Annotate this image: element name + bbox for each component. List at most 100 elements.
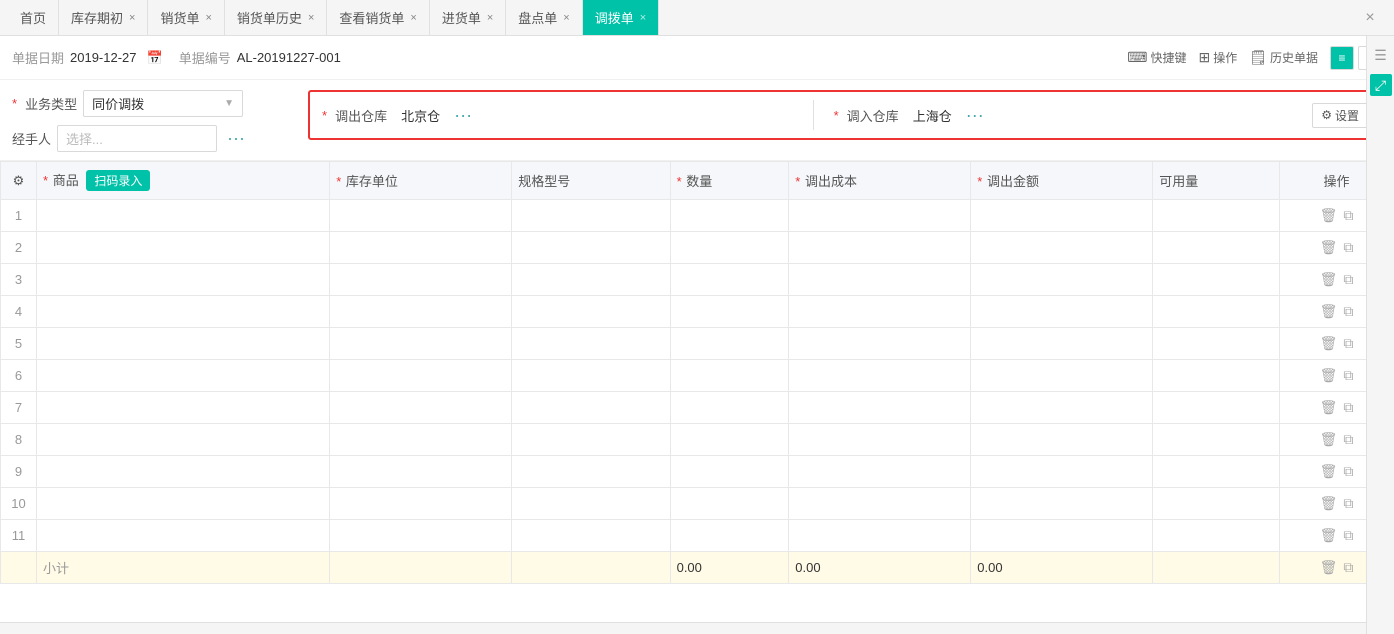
row-unit-4[interactable] <box>330 296 512 328</box>
biz-type-dropdown[interactable]: 同价调拨 ▼ <box>83 90 243 117</box>
sidebar-list-icon[interactable]: ☰ <box>1370 44 1392 66</box>
row-product-3[interactable] <box>37 264 330 296</box>
tab-view-sales[interactable]: 查看销货单 × <box>327 0 429 35</box>
row-available-4[interactable] <box>1153 296 1280 328</box>
copy-icon-5[interactable]: ⧉ <box>1343 335 1353 352</box>
tab-home[interactable]: 首页 <box>8 0 59 35</box>
row-available-11[interactable] <box>1153 520 1280 552</box>
row-qty-5[interactable] <box>670 328 789 360</box>
row-spec-1[interactable] <box>512 200 670 232</box>
row-qty-11[interactable] <box>670 520 789 552</box>
row-amount-10[interactable] <box>971 488 1153 520</box>
row-amount-8[interactable] <box>971 424 1153 456</box>
person-selector[interactable]: 选择... <box>57 125 217 152</box>
list-view-button[interactable]: ≡ <box>1330 46 1354 70</box>
row-available-5[interactable] <box>1153 328 1280 360</box>
delete-icon-10[interactable]: 🗑 <box>1320 495 1338 512</box>
tab-inventory-init-close[interactable]: × <box>129 12 135 24</box>
row-qty-6[interactable] <box>670 360 789 392</box>
row-unit-7[interactable] <box>330 392 512 424</box>
row-product-4[interactable] <box>37 296 330 328</box>
row-available-8[interactable] <box>1153 424 1280 456</box>
delete-icon-4[interactable]: 🗑 <box>1320 303 1338 320</box>
row-spec-4[interactable] <box>512 296 670 328</box>
copy-icon-10[interactable]: ⧉ <box>1343 495 1353 512</box>
row-spec-3[interactable] <box>512 264 670 296</box>
row-available-7[interactable] <box>1153 392 1280 424</box>
row-qty-10[interactable] <box>670 488 789 520</box>
row-cost-9[interactable] <box>789 456 971 488</box>
row-unit-11[interactable] <box>330 520 512 552</box>
horizontal-scrollbar[interactable] <box>0 622 1394 634</box>
row-product-7[interactable] <box>37 392 330 424</box>
delete-icon-2[interactable]: 🗑 <box>1320 239 1338 256</box>
row-available-6[interactable] <box>1153 360 1280 392</box>
tab-sales-history[interactable]: 销货单历史 × <box>225 0 327 35</box>
tab-stocktake[interactable]: 盘点单 × <box>506 0 582 35</box>
delete-icon-5[interactable]: 🗑 <box>1320 335 1338 352</box>
row-unit-3[interactable] <box>330 264 512 296</box>
row-qty-1[interactable] <box>670 200 789 232</box>
delete-icon-8[interactable]: 🗑 <box>1320 431 1338 448</box>
row-cost-8[interactable] <box>789 424 971 456</box>
row-available-3[interactable] <box>1153 264 1280 296</box>
copy-icon-9[interactable]: ⧉ <box>1343 463 1353 480</box>
copy-icon-11[interactable]: ⧉ <box>1343 527 1353 544</box>
transfer-in-more-btn[interactable]: ··· <box>966 105 984 126</box>
person-more-btn[interactable]: ··· <box>227 128 245 149</box>
copy-icon-4[interactable]: ⧉ <box>1343 303 1353 320</box>
row-qty-7[interactable] <box>670 392 789 424</box>
tab-purchase[interactable]: 进货单 × <box>430 0 506 35</box>
row-available-9[interactable] <box>1153 456 1280 488</box>
copy-icon-6[interactable]: ⧉ <box>1343 367 1353 384</box>
row-amount-3[interactable] <box>971 264 1153 296</box>
tab-sales-order-close[interactable]: × <box>205 12 211 24</box>
tab-purchase-close[interactable]: × <box>487 12 493 24</box>
calendar-icon[interactable]: 📅 <box>147 50 163 66</box>
row-qty-4[interactable] <box>670 296 789 328</box>
delete-icon-11[interactable]: 🗑 <box>1320 527 1338 544</box>
row-product-1[interactable] <box>37 200 330 232</box>
tab-sales-order[interactable]: 销货单 × <box>148 0 224 35</box>
row-spec-8[interactable] <box>512 424 670 456</box>
row-product-5[interactable] <box>37 328 330 360</box>
sidebar-expand-icon[interactable]: ⤢ <box>1370 74 1392 96</box>
row-unit-10[interactable] <box>330 488 512 520</box>
history-button[interactable]: 🗒 历史单据 <box>1249 49 1318 66</box>
row-amount-11[interactable] <box>971 520 1153 552</box>
row-spec-9[interactable] <box>512 456 670 488</box>
operation-button[interactable]: ⊞ 操作 <box>1198 49 1237 66</box>
row-spec-5[interactable] <box>512 328 670 360</box>
row-amount-2[interactable] <box>971 232 1153 264</box>
row-product-2[interactable] <box>37 232 330 264</box>
row-product-11[interactable] <box>37 520 330 552</box>
delete-icon-3[interactable]: 🗑 <box>1320 271 1338 288</box>
shortcut-button[interactable]: ⌨ 快捷键 <box>1127 49 1186 66</box>
delete-icon-6[interactable]: 🗑 <box>1320 367 1338 384</box>
row-cost-11[interactable] <box>789 520 971 552</box>
row-product-10[interactable] <box>37 488 330 520</box>
row-amount-1[interactable] <box>971 200 1153 232</box>
row-product-9[interactable] <box>37 456 330 488</box>
tab-view-sales-close[interactable]: × <box>410 12 416 24</box>
row-unit-1[interactable] <box>330 200 512 232</box>
copy-icon-2[interactable]: ⧉ <box>1343 239 1353 256</box>
tab-transfer[interactable]: 调拨单 × <box>583 0 659 35</box>
subtotal-delete-icon[interactable]: 🗑 <box>1320 559 1338 576</box>
copy-icon-3[interactable]: ⧉ <box>1343 271 1353 288</box>
settings-button[interactable]: ⚙ 设置 <box>1312 103 1368 128</box>
row-available-2[interactable] <box>1153 232 1280 264</box>
row-qty-9[interactable] <box>670 456 789 488</box>
row-spec-6[interactable] <box>512 360 670 392</box>
row-product-8[interactable] <box>37 424 330 456</box>
tab-transfer-close[interactable]: × <box>640 12 646 24</box>
row-amount-5[interactable] <box>971 328 1153 360</box>
row-available-10[interactable] <box>1153 488 1280 520</box>
subtotal-copy-icon[interactable]: ⧉ <box>1343 559 1353 576</box>
row-product-6[interactable] <box>37 360 330 392</box>
row-amount-4[interactable] <box>971 296 1153 328</box>
row-spec-10[interactable] <box>512 488 670 520</box>
scan-entry-button[interactable]: 扫码录入 <box>86 170 150 191</box>
row-cost-4[interactable] <box>789 296 971 328</box>
row-spec-7[interactable] <box>512 392 670 424</box>
